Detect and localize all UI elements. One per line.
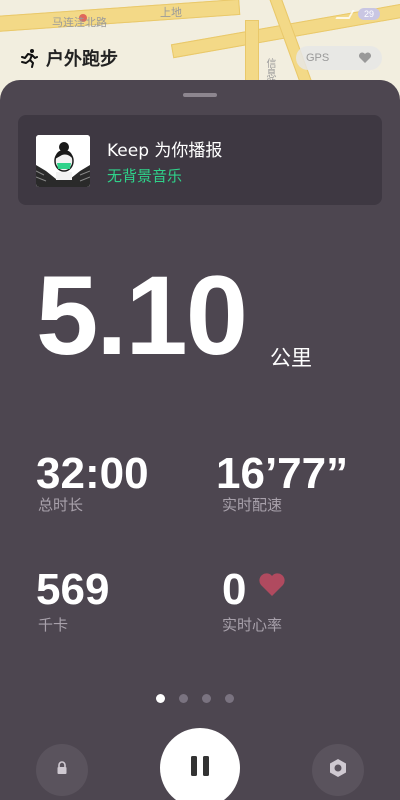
- pause-icon: [189, 754, 211, 783]
- page-dot[interactable]: [179, 694, 188, 703]
- running-person-icon: [18, 47, 40, 69]
- page-indicator: [156, 694, 234, 703]
- map-label-road: 马连洼北路: [52, 16, 107, 29]
- heart-outline-icon: [358, 52, 372, 64]
- calories-label: 千卡: [38, 616, 69, 634]
- header: 户外跑步 GPS: [18, 44, 382, 72]
- page-dot[interactable]: [202, 694, 211, 703]
- music-status: 无背景音乐: [107, 167, 183, 185]
- workout-panel: Keep 为你播报 无背景音乐 5.10 公里 32:00 总时长 16’77”…: [0, 80, 400, 800]
- heart-icon: [258, 572, 286, 598]
- duration-value: 32:00: [36, 449, 149, 498]
- music-title: Keep 为你播报: [107, 141, 223, 161]
- page-title: 户外跑步: [46, 49, 118, 70]
- distance-unit: 公里: [270, 346, 312, 370]
- signal-icon: [335, 9, 355, 19]
- gps-label: GPS: [306, 52, 330, 64]
- heart-rate-label: 实时心率: [222, 616, 283, 634]
- music-card[interactable]: Keep 为你播报 无背景音乐: [18, 115, 382, 205]
- battery-indicator: 29: [357, 8, 380, 20]
- lock-icon: [55, 760, 69, 780]
- pace-label: 实时配速: [222, 496, 283, 514]
- map-label-area: 上地: [160, 6, 182, 19]
- drag-handle[interactable]: [183, 93, 217, 97]
- heart-rate-value: 0: [222, 565, 247, 614]
- gps-status-pill[interactable]: GPS: [296, 46, 382, 70]
- map-road: [0, 0, 241, 34]
- page-dot-active[interactable]: [156, 694, 165, 703]
- settings-button[interactable]: [312, 744, 364, 796]
- pause-button[interactable]: [160, 728, 240, 800]
- hexagon-settings-icon: [328, 758, 348, 783]
- duration-label: 总时长: [38, 496, 84, 514]
- status-bar: 29: [335, 8, 380, 20]
- avatar: [36, 135, 90, 187]
- pace-value: 16’77”: [216, 449, 349, 498]
- page-dot[interactable]: [225, 694, 234, 703]
- calories-value: 569: [36, 565, 110, 614]
- lock-button[interactable]: [36, 744, 88, 796]
- distance-value: 5.10: [36, 253, 248, 378]
